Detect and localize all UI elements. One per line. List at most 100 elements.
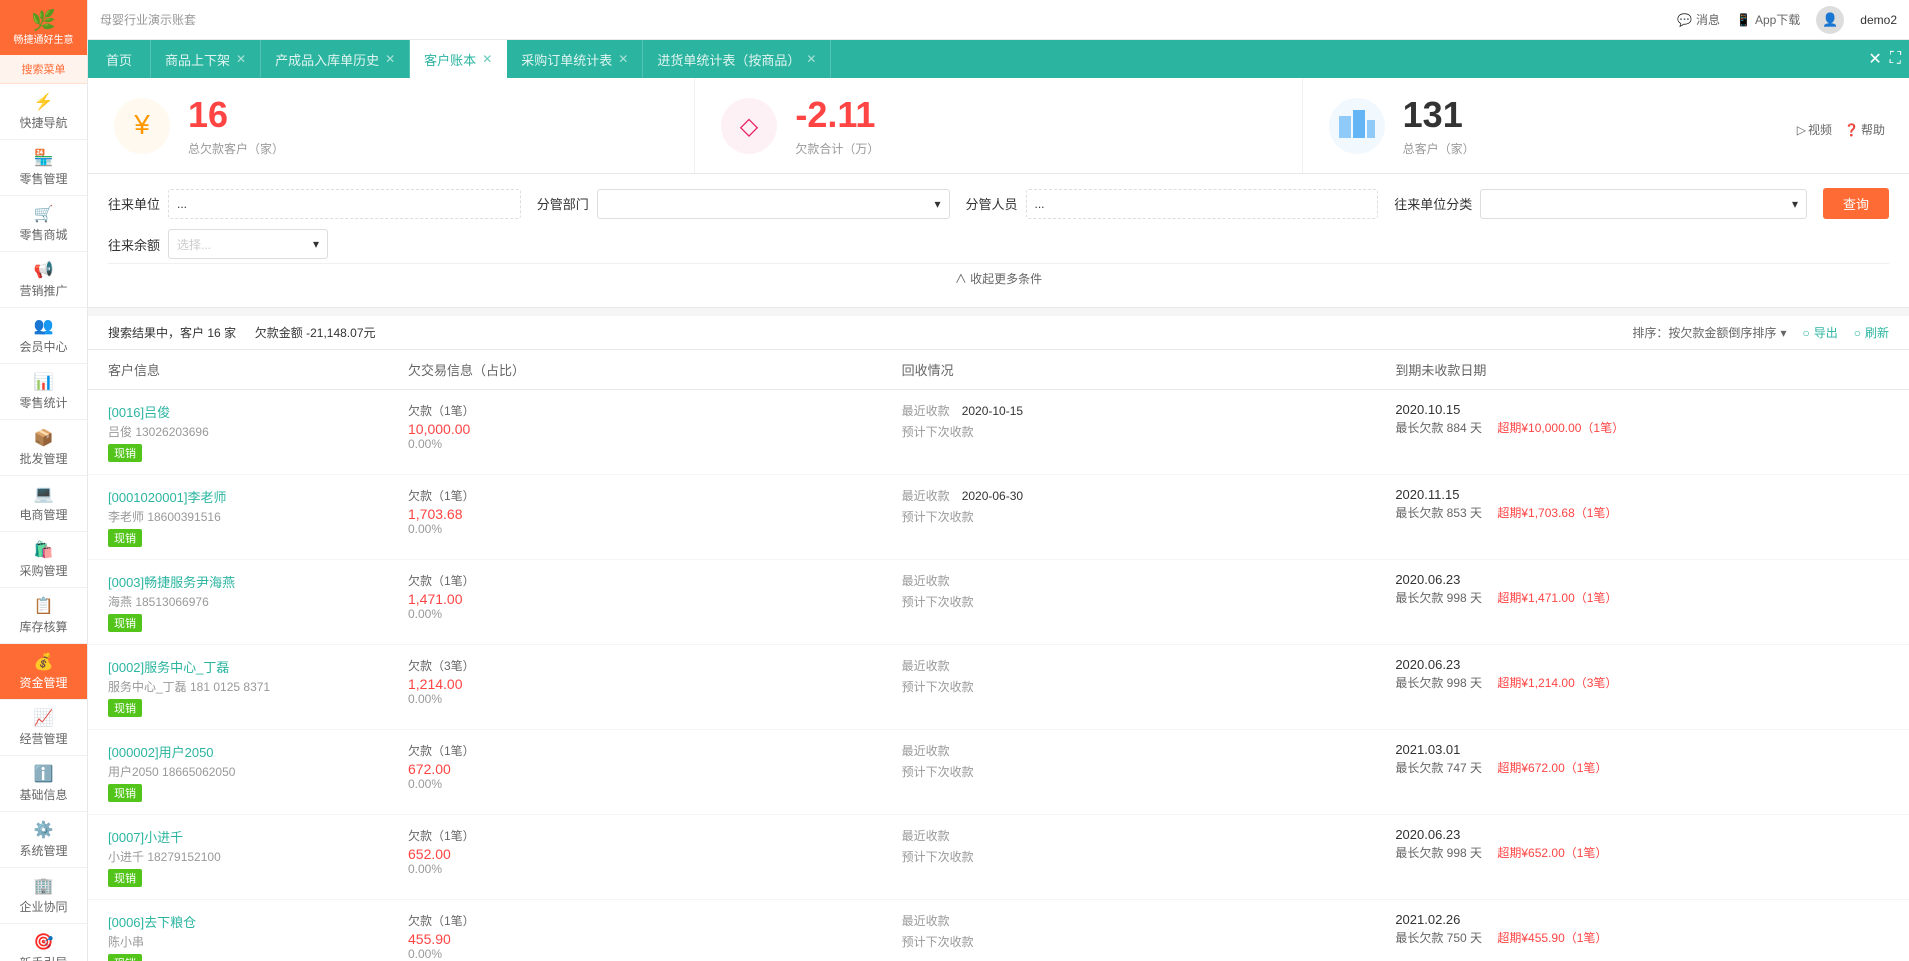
export-button[interactable]: ○ 导出: [1802, 324, 1837, 341]
sidebar-item-quick-nav[interactable]: ⚡ 快捷导航: [0, 84, 87, 140]
tab-purchase-order-label: 采购订单统计表: [521, 50, 612, 69]
overdue-amount-1[interactable]: 超期¥1,703.68（1笔）: [1497, 506, 1617, 520]
table-header: 客户信息 欠交易信息（占比） 回收情况 到期未收款日期: [88, 350, 1909, 390]
tab-purchase-stats[interactable]: 进货单统计表（按商品） ✕: [643, 40, 831, 78]
debt-info-3: 欠款（3笔） 1,214.00 0.00%: [408, 657, 902, 706]
username[interactable]: demo2: [1860, 13, 1897, 27]
data-table: 客户信息 欠交易信息（占比） 回收情况 到期未收款日期 [0016]吕俊 吕俊 …: [88, 350, 1909, 961]
customer-name-6[interactable]: [0006]去下粮仓: [108, 912, 408, 931]
query-button[interactable]: 查询: [1823, 188, 1889, 219]
recovery-info-6: 最近收款 预计下次收款: [902, 912, 1396, 950]
overdue-amount-0[interactable]: 超期¥10,000.00（1笔）: [1497, 421, 1624, 435]
from-unit-input[interactable]: ...: [168, 189, 521, 219]
debt-count-4: 欠款（1笔）: [408, 742, 902, 759]
main-content: ¥ 16 总欠款客户（家） ◇ -2.11 欠款合计（万）: [88, 78, 1909, 961]
customer-name-2[interactable]: [0003]畅捷服务尹海燕: [108, 572, 408, 591]
overdue-amount-4[interactable]: 超期¥672.00（1笔）: [1497, 761, 1607, 775]
retail-stats-label: 零售统计: [19, 396, 67, 410]
sidebar-item-member[interactable]: 👥 会员中心: [0, 308, 87, 364]
video-button[interactable]: ▷ 视频: [1797, 121, 1832, 138]
staff-input[interactable]: ...: [1026, 189, 1379, 219]
sidebar-item-finance[interactable]: 💰 资金管理: [0, 644, 87, 700]
tab-home[interactable]: 首页: [88, 40, 151, 78]
debt-amount-4[interactable]: 672.00: [408, 761, 902, 777]
tab-customer-account-close[interactable]: ✕: [482, 52, 492, 66]
sidebar-item-system[interactable]: ⚙️ 系统管理: [0, 812, 87, 868]
tab-purchase-stats-close[interactable]: ✕: [806, 52, 816, 66]
customer-name-5[interactable]: [0007]小进千: [108, 827, 408, 846]
results-actions: 排序：按欠款金额倒序排序 ▾ ○ 导出 ○ 刷新: [1632, 324, 1889, 341]
message-button[interactable]: 💬 消息: [1677, 11, 1720, 28]
tab-product-listing-close[interactable]: ✕: [236, 52, 246, 66]
dept-select[interactable]: ▾: [597, 189, 950, 219]
sidebar-item-batch-manage[interactable]: 📦 批发管理: [0, 420, 87, 476]
debt-amount-0[interactable]: 10,000.00: [408, 421, 902, 437]
customer-sub-2: 海燕 18513066976: [108, 593, 408, 610]
balance-select[interactable]: 选择... ▾: [168, 229, 328, 259]
app-logo[interactable]: 🌿 畅捷通好生意: [0, 0, 87, 55]
debt-percent-4: 0.00%: [408, 777, 902, 791]
balance-filter: 往来余额 选择... ▾: [108, 229, 388, 259]
customer-name-3[interactable]: [0002]服务中心_丁磊: [108, 657, 408, 676]
overdue-amount-6[interactable]: 超期¥455.90（1笔）: [1497, 931, 1607, 945]
rec-label-1: 最近收款: [902, 489, 950, 503]
recovery-info-5: 最近收款 预计下次收款: [902, 827, 1396, 865]
customer-sub-5: 小进千 18279152100: [108, 848, 408, 865]
debt-amount-2[interactable]: 1,471.00: [408, 591, 902, 607]
customer-name-1[interactable]: [0001020001]李老师: [108, 487, 408, 506]
sidebar-item-inventory[interactable]: 📋 库存核算: [0, 588, 87, 644]
help-button[interactable]: ❓ 帮助: [1844, 121, 1885, 138]
sidebar-item-retail-stats[interactable]: 📊 零售统计: [0, 364, 87, 420]
overdue-info-4: 2021.03.01 最长欠款 747 天 超期¥672.00（1笔）: [1395, 742, 1889, 776]
from-unit-label: 往来单位: [108, 194, 160, 213]
debt-info-6: 欠款（1笔） 455.90 0.00%: [408, 912, 902, 961]
sidebar-item-newbie[interactable]: 🎯 新手引导: [0, 924, 87, 961]
recovery-info-2: 最近收款 预计下次收款: [902, 572, 1396, 610]
overdue-info-5: 2020.06.23 最长欠款 998 天 超期¥652.00（1笔）: [1395, 827, 1889, 861]
app-download-button[interactable]: 📱 App下载: [1736, 11, 1800, 28]
sidebar-item-basic-info[interactable]: ℹ️ 基础信息: [0, 756, 87, 812]
overdue-amount-5[interactable]: 超期¥652.00（1笔）: [1497, 846, 1607, 860]
tab-purchase-order-close[interactable]: ✕: [618, 52, 628, 66]
enterprise-label: 企业协同: [19, 900, 67, 914]
sort-select[interactable]: 排序：按欠款金额倒序排序 ▾: [1632, 324, 1786, 341]
video-label: 视频: [1808, 121, 1832, 138]
debt-amount-6[interactable]: 455.90: [408, 931, 902, 947]
sidebar-item-ecommerce[interactable]: 💻 电商管理: [0, 476, 87, 532]
header-customer-info: 客户信息: [108, 360, 408, 379]
customer-name-0[interactable]: [0016]吕俊: [108, 402, 408, 421]
tabbar: 首页 商品上下架 ✕ 产成品入库单历史 ✕ 客户账本 ✕ 采购订单统计表 ✕ 进…: [88, 40, 1909, 78]
unit-category-select[interactable]: ▾: [1480, 189, 1807, 219]
close-all-tabs-icon[interactable]: ✕: [1868, 49, 1881, 69]
sidebar-item-operations[interactable]: 📈 经营管理: [0, 700, 87, 756]
overdue-amount-2[interactable]: 超期¥1,471.00（1笔）: [1497, 591, 1617, 605]
overdue-amount-label: 欠款合计（万）: [795, 140, 879, 157]
sidebar-item-retail-store[interactable]: 🛒 零售商城: [0, 196, 87, 252]
member-label: 会员中心: [19, 340, 67, 354]
avatar[interactable]: 👤: [1816, 6, 1844, 34]
debt-amount-1[interactable]: 1,703.68: [408, 506, 902, 522]
sidebar-item-retail-manage[interactable]: 🏪 零售管理: [0, 140, 87, 196]
results-summary-prefix: 搜索结果中，客户: [108, 326, 204, 340]
debt-amount-3[interactable]: 1,214.00: [408, 676, 902, 692]
tab-product-history[interactable]: 产成品入库单历史 ✕: [261, 40, 410, 78]
debt-amount-5[interactable]: 652.00: [408, 846, 902, 862]
tab-customer-account[interactable]: 客户账本 ✕: [410, 40, 507, 78]
refresh-icon: ○: [1854, 326, 1861, 340]
overdue-amount-3[interactable]: 超期¥1,214.00（3笔）: [1497, 676, 1617, 690]
customer-tag-3: 现销: [108, 699, 142, 717]
tab-product-history-close[interactable]: ✕: [385, 52, 395, 66]
refresh-button[interactable]: ○ 刷新: [1854, 324, 1889, 341]
tab-purchase-order[interactable]: 采购订单统计表 ✕: [507, 40, 643, 78]
customer-name-4[interactable]: [000002]用户2050: [108, 742, 408, 761]
marketing-label: 营销推广: [19, 284, 67, 298]
sidebar-item-enterprise[interactable]: 🏢 企业协同: [0, 868, 87, 924]
sidebar-item-purchase[interactable]: 🛍️ 采购管理: [0, 532, 87, 588]
sidebar-item-marketing[interactable]: 📢 营销推广: [0, 252, 87, 308]
rec-label-6: 最近收款: [902, 914, 950, 928]
expand-icon[interactable]: ⛶: [1890, 50, 1901, 68]
search-menu[interactable]: 搜索菜单: [0, 55, 87, 84]
tab-product-listing[interactable]: 商品上下架 ✕: [151, 40, 261, 78]
sort-dropdown-icon: ▾: [1780, 326, 1786, 340]
collapse-more-button[interactable]: ∧ 收起更多条件: [108, 263, 1889, 293]
